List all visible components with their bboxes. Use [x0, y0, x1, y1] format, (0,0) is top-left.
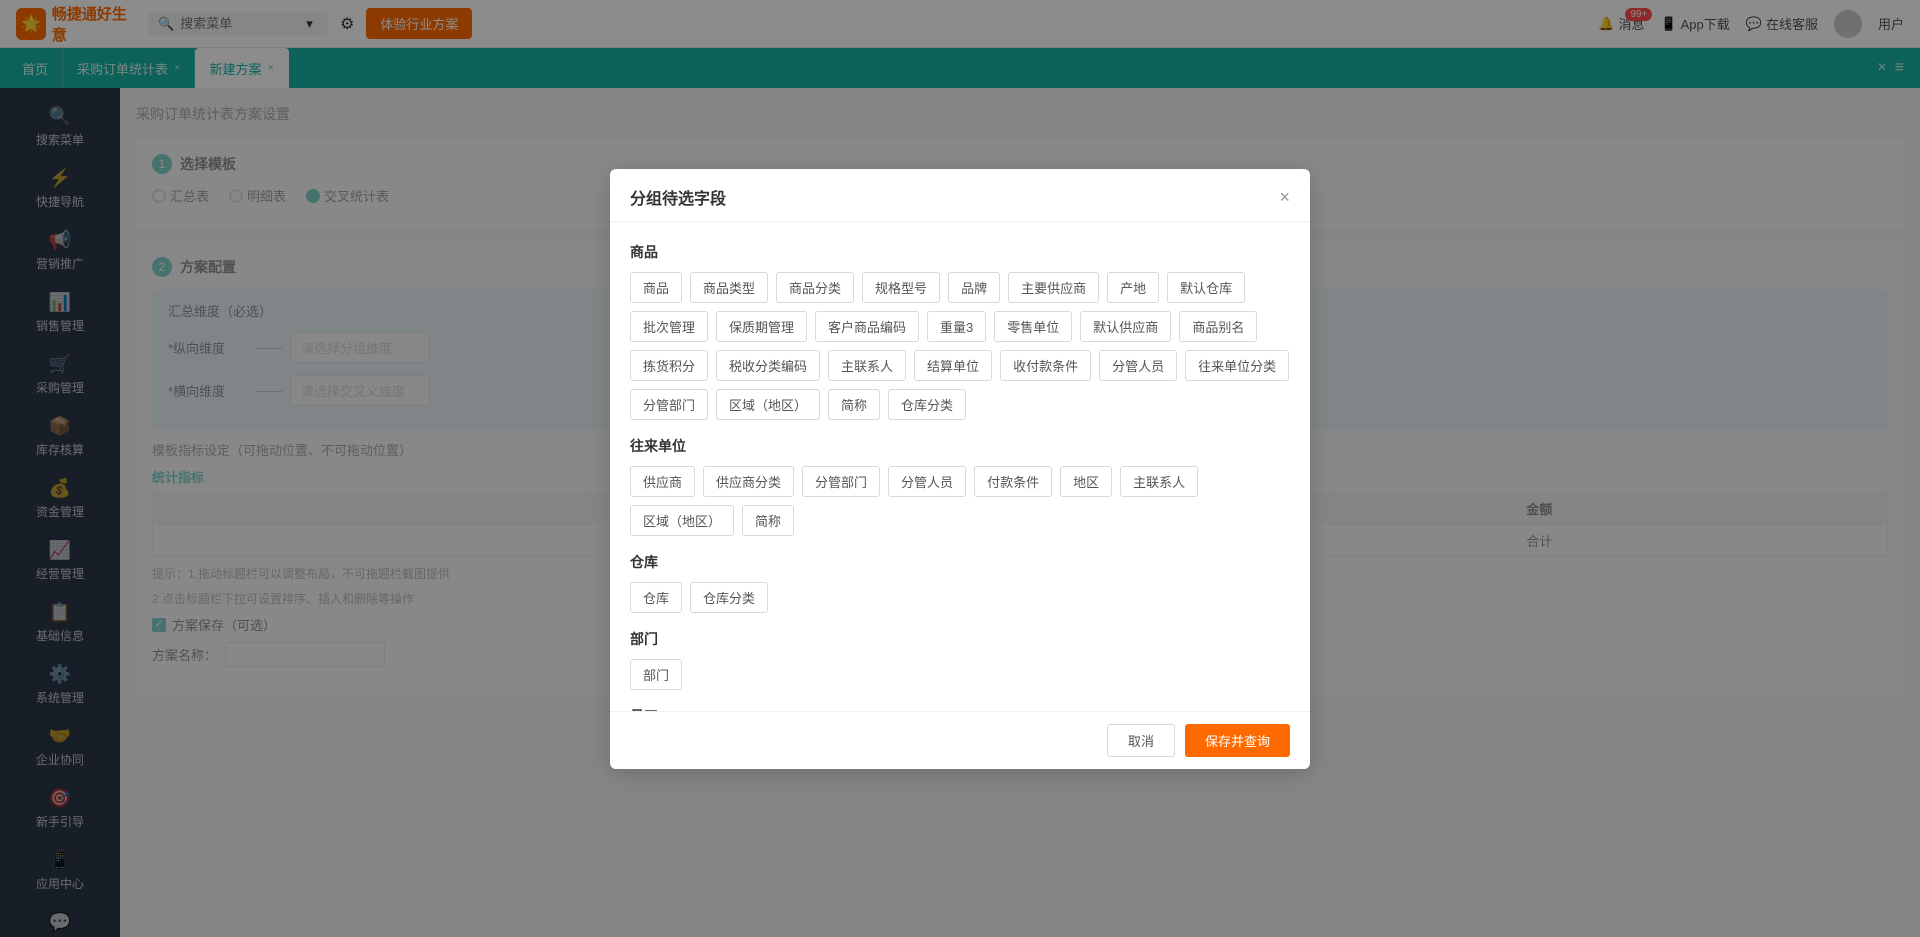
field-grid-department: 部门 — [630, 659, 1290, 690]
field-tag-customer-code[interactable]: 客户商品编码 — [815, 311, 919, 342]
field-tag-supplier[interactable]: 供应商 — [630, 466, 695, 497]
field-tag-goods-alias[interactable]: 商品别名 — [1179, 311, 1257, 342]
section-label-department: 部门 — [630, 629, 1290, 649]
modal-footer: 取消 保存并查询 — [610, 711, 1310, 769]
field-tag-manager[interactable]: 分管人员 — [1099, 350, 1177, 381]
field-tag-brand[interactable]: 品牌 — [948, 272, 1000, 303]
field-tag-payment-condition[interactable]: 付款条件 — [974, 466, 1052, 497]
field-tag-partner-region[interactable]: 区域（地区） — [630, 505, 734, 536]
field-tag-settle-unit[interactable]: 结算单位 — [914, 350, 992, 381]
field-tag-origin[interactable]: 产地 — [1107, 272, 1159, 303]
field-tag-warehouse[interactable]: 仓库 — [630, 582, 682, 613]
field-tag-warehouse-category[interactable]: 仓库分类 — [888, 389, 966, 420]
field-grid-partner: 供应商 供应商分类 分管部门 分管人员 付款条件 地区 主联系人 区域（地区） … — [630, 466, 1290, 536]
field-tag-pick-points[interactable]: 拣货积分 — [630, 350, 708, 381]
modal-cancel-button[interactable]: 取消 — [1107, 724, 1175, 757]
field-tag-main-supplier[interactable]: 主要供应商 — [1008, 272, 1099, 303]
modal-header: 分组待选字段 × — [610, 169, 1310, 222]
field-tag-spec[interactable]: 规格型号 — [862, 272, 940, 303]
field-tag-partner-abbr[interactable]: 简称 — [742, 505, 794, 536]
field-tag-goods[interactable]: 商品 — [630, 272, 682, 303]
modal-close-button[interactable]: × — [1279, 188, 1290, 206]
field-tag-goods-category[interactable]: 商品分类 — [776, 272, 854, 303]
field-tag-supplier-category[interactable]: 供应商分类 — [703, 466, 794, 497]
field-tag-batch[interactable]: 批次管理 — [630, 311, 708, 342]
field-tag-warehouse-cat[interactable]: 仓库分类 — [690, 582, 768, 613]
field-tag-partner-category[interactable]: 往来单位分类 — [1185, 350, 1289, 381]
field-tag-retail-unit[interactable]: 零售单位 — [994, 311, 1072, 342]
field-tag-department[interactable]: 部门 — [630, 659, 682, 690]
section-label-goods: 商品 — [630, 242, 1290, 262]
field-tag-area[interactable]: 地区 — [1060, 466, 1112, 497]
modal-body: 商品 商品 商品类型 商品分类 规格型号 品牌 主要供应商 产地 默认仓库 批次… — [610, 222, 1310, 711]
field-tag-region[interactable]: 区域（地区） — [716, 389, 820, 420]
section-label-warehouse: 仓库 — [630, 552, 1290, 572]
field-tag-main-contact[interactable]: 主联系人 — [828, 350, 906, 381]
section-label-partner: 往来单位 — [630, 436, 1290, 456]
field-grid-warehouse: 仓库 仓库分类 — [630, 582, 1290, 613]
modal-title: 分组待选字段 — [630, 185, 726, 209]
field-tag-weight[interactable]: 重量3 — [927, 311, 986, 342]
field-tag-expiry[interactable]: 保质期管理 — [716, 311, 807, 342]
field-tag-dept[interactable]: 分管部门 — [630, 389, 708, 420]
field-tag-payment-terms[interactable]: 收付款条件 — [1000, 350, 1091, 381]
field-tag-abbr[interactable]: 简称 — [828, 389, 880, 420]
field-tag-tax-code[interactable]: 税收分类编码 — [716, 350, 820, 381]
field-tag-goods-type[interactable]: 商品类型 — [690, 272, 768, 303]
field-tag-default-warehouse[interactable]: 默认仓库 — [1167, 272, 1245, 303]
modal-field-select: 分组待选字段 × 商品 商品 商品类型 商品分类 规格型号 品牌 主要供应商 产… — [610, 169, 1310, 769]
field-tag-partner-dept[interactable]: 分管部门 — [802, 466, 880, 497]
field-tag-default-supplier[interactable]: 默认供应商 — [1080, 311, 1171, 342]
field-tag-partner-manager[interactable]: 分管人员 — [888, 466, 966, 497]
modal-save-query-button[interactable]: 保存并查询 — [1185, 724, 1290, 757]
field-tag-partner-contact[interactable]: 主联系人 — [1120, 466, 1198, 497]
field-grid-goods: 商品 商品类型 商品分类 规格型号 品牌 主要供应商 产地 默认仓库 批次管理 … — [630, 272, 1290, 420]
